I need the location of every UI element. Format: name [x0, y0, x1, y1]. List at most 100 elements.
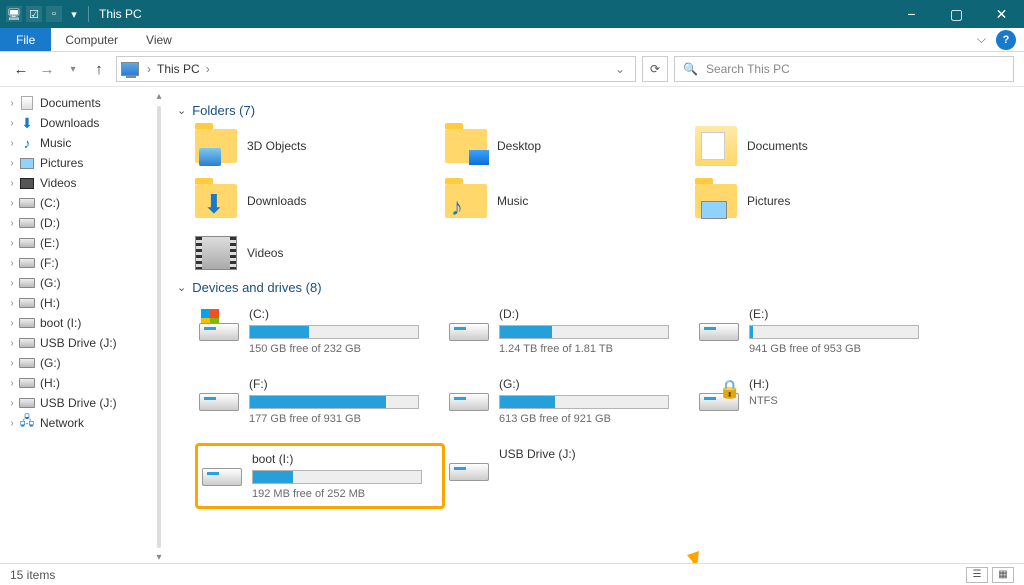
folder-icon [445, 129, 487, 163]
folder-label: 3D Objects [247, 139, 306, 153]
expand-caret-icon[interactable]: › [6, 418, 18, 429]
expand-caret-icon[interactable]: › [6, 338, 18, 349]
tree-item[interactable]: ›(H:) [0, 373, 155, 393]
up-button[interactable]: ↑ [88, 58, 110, 80]
storage-bar [749, 325, 919, 339]
expand-caret-icon[interactable]: › [6, 318, 18, 329]
chevron-right-icon[interactable]: › [204, 62, 212, 76]
expand-caret-icon[interactable]: › [6, 378, 18, 389]
tree-item[interactable]: ›♪Music [0, 133, 155, 153]
tree-item[interactable]: › USB Drive (J:) [0, 393, 155, 413]
tree-item[interactable]: ›Documents [0, 93, 155, 113]
properties-icon[interactable]: ☑ [26, 6, 42, 22]
file-tab[interactable]: File [0, 28, 51, 51]
tree-item[interactable]: ›(C:) [0, 193, 155, 213]
details-view-button[interactable]: ☰ [966, 567, 988, 583]
tree-item[interactable]: › (F:) [0, 253, 155, 273]
recent-locations-button[interactable]: ▾ [62, 58, 84, 80]
tree-item[interactable]: ›⬇Downloads [0, 113, 155, 133]
drive-tile[interactable]: USB Drive (J:) [445, 443, 695, 509]
ribbon-collapse-icon[interactable]: ⌵ [971, 28, 992, 51]
expand-caret-icon[interactable]: › [6, 298, 18, 309]
new-folder-icon[interactable]: ▫ [46, 6, 62, 22]
drive-icon [699, 383, 739, 411]
tiles-view-button[interactable]: ▦ [992, 567, 1014, 583]
folder-icon: ⬇ [195, 184, 237, 218]
search-icon: 🔍 [683, 62, 698, 76]
folder-tile[interactable]: Desktop [445, 126, 695, 166]
expand-caret-icon[interactable]: › [6, 138, 18, 149]
navigation-tree[interactable]: ›Documents›⬇Downloads›♪Music›Pictures›Vi… [0, 87, 155, 563]
folder-label: Desktop [497, 139, 541, 153]
folders-section-header[interactable]: ⌄ Folders (7) [177, 103, 1010, 118]
drives-section-header[interactable]: ⌄ Devices and drives (8) [177, 280, 1010, 295]
title-bar: 🖥 ☑ ▫ ▾ This PC − ▢ ✕ [0, 0, 1024, 28]
help-icon[interactable]: ? [996, 30, 1016, 50]
expand-caret-icon[interactable]: › [6, 158, 18, 169]
expand-caret-icon[interactable]: › [6, 98, 18, 109]
tree-item[interactable]: ›(D:) [0, 213, 155, 233]
drive-tile[interactable]: (G:)613 GB free of 921 GB [445, 373, 695, 429]
folder-tile[interactable]: ⬇ Downloads [195, 184, 445, 218]
folder-tile[interactable]: Videos [195, 236, 445, 270]
tree-item[interactable]: ›boot (I:) [0, 313, 155, 333]
search-input[interactable]: 🔍 Search This PC [674, 56, 1014, 82]
storage-bar [499, 325, 669, 339]
ribbon-bar: File Computer View ⌵ ? [0, 28, 1024, 52]
scroll-down-icon[interactable]: ▾ [156, 552, 161, 563]
breadcrumb-this-pc[interactable]: This PC [153, 62, 204, 76]
computer-tab[interactable]: Computer [51, 28, 132, 51]
refresh-button[interactable]: ⟳ [642, 56, 668, 82]
tree-item[interactable]: ›🖧Network [0, 413, 155, 433]
splitter[interactable]: ▴ ▾ [155, 87, 163, 563]
close-button[interactable]: ✕ [979, 0, 1024, 28]
expand-caret-icon[interactable]: › [6, 198, 18, 209]
folder-tile[interactable]: Documents [695, 126, 945, 166]
tree-item[interactable]: ›USB Drive (J:) [0, 333, 155, 353]
drive-tile[interactable]: (H:)NTFS [695, 373, 945, 429]
drive-tile[interactable]: (E:)941 GB free of 953 GB [695, 303, 945, 359]
drive-tile[interactable]: (D:)1.24 TB free of 1.81 TB [445, 303, 695, 359]
expand-caret-icon[interactable]: › [6, 118, 18, 129]
address-dropdown-icon[interactable]: ⌄ [609, 62, 631, 76]
tree-item[interactable]: ›(G:) [0, 353, 155, 373]
forward-button[interactable]: → [36, 58, 58, 80]
folder-tile[interactable]: ♪Music [445, 184, 695, 218]
drive-icon [18, 395, 36, 411]
tree-item[interactable]: ›(E:) [0, 233, 155, 253]
drive-tile[interactable]: (C:)150 GB free of 232 GB [195, 303, 445, 359]
expand-caret-icon[interactable]: › [6, 358, 18, 369]
drive-tile[interactable]: boot (I:)192 MB free of 252 MB [195, 443, 445, 509]
expand-caret-icon[interactable]: › [6, 178, 18, 189]
view-tab[interactable]: View [132, 28, 186, 51]
tree-item-label: Network [40, 416, 84, 430]
back-button[interactable]: ← [10, 58, 32, 80]
drive-tile[interactable]: (F:)177 GB free of 931 GB [195, 373, 445, 429]
address-bar[interactable]: › This PC › ⌄ [116, 56, 636, 82]
expand-caret-icon[interactable]: › [6, 238, 18, 249]
tree-item[interactable]: ›(G:) [0, 273, 155, 293]
minimize-button[interactable]: − [889, 0, 934, 28]
qa-dropdown-icon[interactable]: ▾ [66, 6, 82, 22]
drive-label: (G:) [499, 377, 691, 391]
tree-item[interactable]: ›Videos [0, 173, 155, 193]
folder-tile[interactable]: Pictures [695, 184, 945, 218]
folder-label: Downloads [247, 194, 306, 208]
tree-item-label: (F:) [40, 256, 59, 270]
tree-item-label: Downloads [40, 116, 99, 130]
scroll-up-icon[interactable]: ▴ [156, 91, 161, 102]
tree-item-label: (H:) [40, 296, 60, 310]
tree-item[interactable]: ›Pictures [0, 153, 155, 173]
expand-caret-icon[interactable]: › [6, 258, 18, 269]
maximize-button[interactable]: ▢ [934, 0, 979, 28]
annotation-arrow [683, 547, 803, 563]
expand-caret-icon[interactable]: › [6, 398, 18, 409]
expand-caret-icon[interactable]: › [6, 218, 18, 229]
expand-caret-icon[interactable]: › [6, 278, 18, 289]
folder-tile[interactable]: 3D Objects [195, 126, 445, 166]
tree-item-label: USB Drive (J:) [40, 396, 117, 410]
tree-item[interactable]: › (H:) [0, 293, 155, 313]
chevron-right-icon[interactable]: › [145, 62, 153, 76]
drive-label: (E:) [749, 307, 941, 321]
scroll-thumb[interactable] [157, 106, 161, 548]
